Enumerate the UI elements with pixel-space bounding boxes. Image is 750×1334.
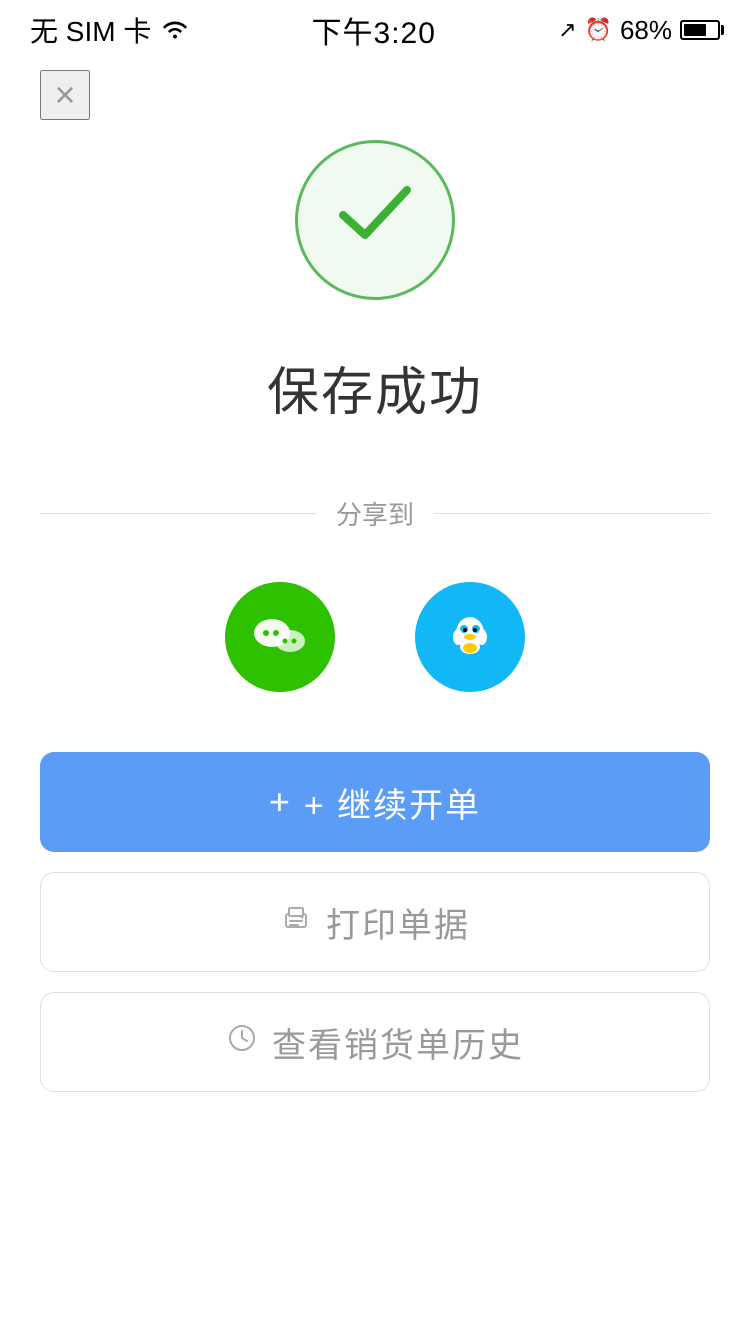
battery-icon (680, 20, 720, 40)
qq-share-button[interactable] (415, 582, 525, 692)
success-title: 保存成功 (267, 350, 483, 425)
location-icon: ↗ (558, 17, 576, 43)
wechat-share-button[interactable] (225, 582, 335, 692)
divider-left (40, 513, 316, 514)
print-icon (280, 902, 312, 942)
wifi-icon (161, 15, 189, 46)
status-bar: 无 SIM 卡 下午3:20 ↗ ⏰ 68% (0, 0, 750, 60)
share-icons (40, 582, 710, 692)
status-left: 无 SIM 卡 (30, 10, 189, 50)
history-button-label: 查看销货单历史 (272, 1018, 524, 1067)
close-button[interactable]: × (40, 70, 90, 120)
sim-text: 无 SIM 卡 (30, 10, 151, 50)
share-divider: 分享到 (40, 495, 710, 532)
share-section: 分享到 (0, 495, 750, 692)
continue-button-label: + 继续开单 (304, 778, 481, 827)
continue-button[interactable]: + + 继续开单 (40, 752, 710, 852)
print-button-label: 打印单据 (326, 898, 470, 947)
battery-text: 68% (620, 15, 672, 46)
print-button[interactable]: 打印单据 (40, 872, 710, 972)
share-label: 分享到 (316, 495, 434, 532)
status-time: 下午3:20 (312, 8, 436, 52)
success-circle (295, 140, 455, 300)
history-icon (226, 1022, 258, 1062)
main-content: 保存成功 分享到 (0, 60, 750, 1092)
action-buttons: + + 继续开单 打印单据 (0, 752, 750, 1092)
divider-right (434, 513, 710, 514)
checkmark-icon (335, 178, 415, 258)
status-right: ↗ ⏰ 68% (558, 15, 720, 46)
alarm-icon: ⏰ (585, 17, 612, 43)
history-button[interactable]: 查看销货单历史 (40, 992, 710, 1092)
close-icon: × (54, 77, 75, 113)
plus-icon: + (269, 781, 290, 823)
